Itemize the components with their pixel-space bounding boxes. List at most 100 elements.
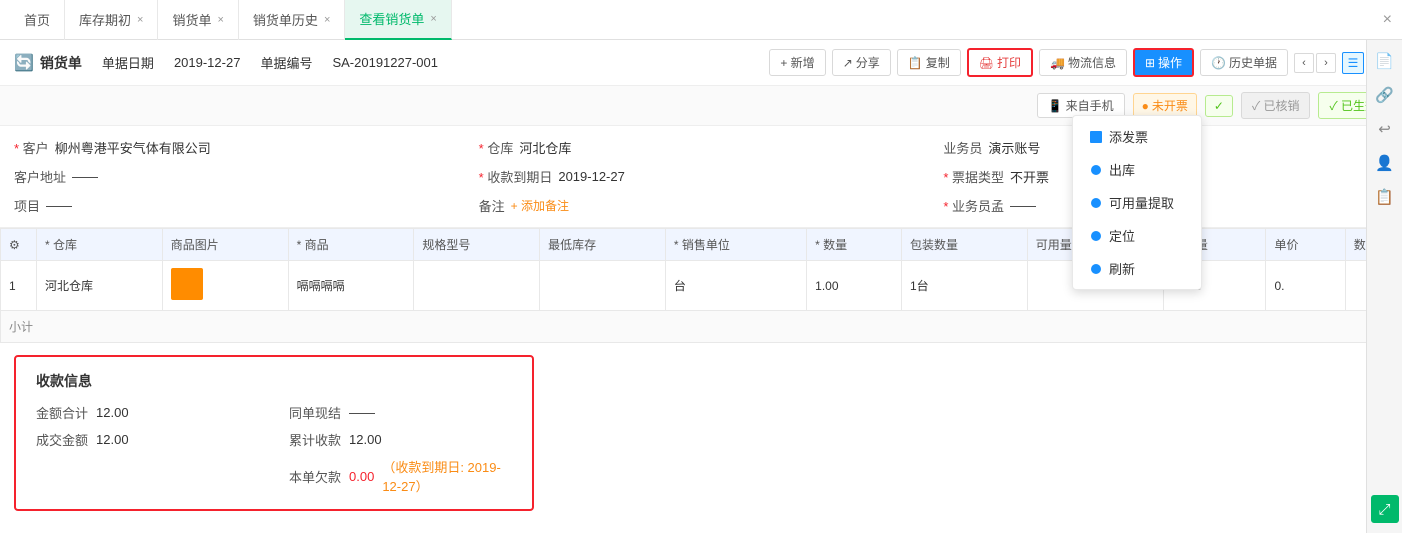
- payment-info-box: 收款信息 金额合计 12.00 成交金额 12.00 同单现结 —— 累计收款: [14, 355, 534, 511]
- doc-title: 销货单: [40, 53, 82, 73]
- refresh-item[interactable]: 刷新: [1073, 252, 1201, 285]
- copy-icon: 📋: [908, 56, 923, 70]
- nav-arrows: ‹ ›: [1294, 53, 1336, 73]
- available-qty-item[interactable]: 可用量提取: [1073, 186, 1201, 219]
- transaction-value: 12.00: [96, 432, 129, 447]
- employee-value: 演示账号: [988, 138, 1040, 157]
- same-order-value: ——: [349, 405, 375, 420]
- next-arrow[interactable]: ›: [1316, 53, 1336, 73]
- sidebar-list-icon[interactable]: 📋: [1374, 186, 1396, 208]
- warehouse-label: 仓库: [479, 138, 514, 157]
- tab-inventory-close[interactable]: ×: [137, 14, 143, 26]
- share-icon: ↗: [843, 56, 853, 70]
- add-invoice-item[interactable]: 添发票: [1073, 120, 1201, 153]
- doc-meta: 单据日期 2019-12-27 单据编号 SA-20191227-001: [102, 53, 769, 72]
- tab-bar: 首页 库存期初 × 销货单 × 销货单历史 × 查看销货单 × ×: [0, 0, 1402, 40]
- project-value: ——: [46, 198, 72, 213]
- due-date-label: 收款到期日: [479, 167, 553, 186]
- list-view-btn[interactable]: ☰: [1342, 52, 1364, 74]
- row-warehouse: 河北仓库: [37, 261, 163, 311]
- locate-item[interactable]: 定位: [1073, 219, 1201, 252]
- doc-icon: 🔄: [14, 53, 34, 73]
- tab-sale-order[interactable]: 销货单 ×: [158, 0, 238, 40]
- sidebar-link-icon[interactable]: 🔗: [1374, 84, 1396, 106]
- total-value: 12.00: [96, 405, 129, 420]
- history-icon: 🕐: [1211, 56, 1226, 70]
- window-close-button[interactable]: ×: [1383, 11, 1392, 29]
- same-order-label: 同单现结: [289, 403, 341, 422]
- row-spec: [414, 261, 540, 311]
- address-row: 客户地址 ——: [14, 167, 459, 186]
- prev-arrow[interactable]: ‹: [1294, 53, 1314, 73]
- subtotal-row: 小计: [1, 311, 1402, 343]
- operations-button[interactable]: ⊞ 操作: [1133, 48, 1194, 77]
- cancelled-button[interactable]: ✓ 已核销: [1241, 92, 1311, 119]
- payment-grid: 金额合计 12.00 成交金额 12.00 同单现结 —— 累计收款 12.00: [36, 403, 512, 495]
- sidebar-doc-icon[interactable]: 📄: [1374, 50, 1396, 72]
- tab-sale-history-close[interactable]: ×: [324, 14, 330, 26]
- warehouse-row: 仓库 河北仓库: [479, 138, 924, 157]
- share-button[interactable]: ↗ 分享: [832, 49, 891, 76]
- col-image: 商品图片: [162, 229, 288, 261]
- product-image: [171, 268, 203, 300]
- tab-sale-order-close[interactable]: ×: [217, 14, 223, 26]
- row-product: 嗝嗝嗝嗝: [288, 261, 414, 311]
- note-row: 备注 + 添加备注: [479, 196, 924, 215]
- row-package-qty: 1台: [902, 261, 1028, 311]
- logistics-button[interactable]: 🚚 物流信息: [1039, 49, 1127, 76]
- total-label: 金额合计: [36, 403, 88, 422]
- col-package-qty: 包装数量: [902, 229, 1028, 261]
- sidebar-user-icon[interactable]: 👤: [1374, 152, 1396, 174]
- col-product: * 商品: [288, 229, 414, 261]
- ticket-label: 票据类型: [943, 167, 1004, 186]
- col-sales-unit: * 销售单位: [665, 229, 806, 261]
- tab-sale-history[interactable]: 销货单历史 ×: [239, 0, 345, 40]
- project-label: 项目: [14, 196, 40, 215]
- balance-row: 本单欠款 0.00 （收款到期日: 2019-12-27）: [289, 457, 512, 495]
- customer-value: 柳州粤港平安气体有限公司: [55, 138, 211, 157]
- new-button[interactable]: + 新增: [769, 49, 825, 76]
- note-label: 备注: [479, 196, 505, 215]
- employee-label: 业务员: [943, 138, 982, 157]
- ticket-value: 不开票: [1010, 167, 1049, 186]
- history-button[interactable]: 🕐 历史单据: [1200, 49, 1288, 76]
- refresh-icon: [1089, 262, 1103, 276]
- tab-home[interactable]: 首页: [10, 0, 65, 40]
- row-sales-unit: 台: [665, 261, 806, 311]
- print-button[interactable]: 🖨 打印: [967, 48, 1033, 77]
- warehouse-value: 河北仓库: [519, 138, 571, 157]
- row-min-stock: [540, 261, 666, 311]
- cumulative-label: 累计收款: [289, 430, 341, 449]
- subtotal-label: 小计: [1, 311, 1402, 343]
- total-row: 金额合计 12.00: [36, 403, 259, 422]
- out-warehouse-icon: [1089, 163, 1103, 177]
- sidebar-return-icon[interactable]: ↩: [1374, 118, 1396, 140]
- number-value: SA-20191227-001: [332, 55, 438, 70]
- locate-icon: [1089, 229, 1103, 243]
- out-warehouse-item[interactable]: 出库: [1073, 153, 1201, 186]
- add-note-button[interactable]: + 添加备注: [511, 197, 569, 214]
- grid-icon: ⊞: [1145, 56, 1155, 70]
- salesperson-label: 业务员孟: [943, 196, 1004, 215]
- add-invoice-icon: [1089, 130, 1103, 144]
- tab-inventory[interactable]: 库存期初 ×: [65, 0, 158, 40]
- right-sidebar: 📄 🔗 ↩ 👤 📋 ⤢: [1366, 40, 1402, 533]
- tab-view-sale-close[interactable]: ×: [430, 13, 436, 25]
- row-image: [162, 261, 288, 311]
- tab-view-sale[interactable]: 查看销货单 ×: [345, 0, 451, 40]
- customer-row: 客户 柳州粤港平安气体有限公司: [14, 138, 459, 157]
- row-quantity: 1.00: [807, 261, 902, 311]
- balance-label: 本单欠款: [289, 467, 341, 486]
- confirm-badge: ✓: [1205, 95, 1233, 117]
- dropdown-overlay: 添发票 出库 可用量提取 定位 刷新: [1072, 115, 1202, 290]
- col-spec: 规格型号: [414, 229, 540, 261]
- truck-icon: 🚚: [1050, 56, 1065, 70]
- doc-header: 🔄 销货单 单据日期 2019-12-27 单据编号 SA-20191227-0…: [0, 40, 1402, 86]
- expand-icon[interactable]: ⤢: [1371, 495, 1399, 523]
- col-quantity: * 数量: [807, 229, 902, 261]
- phone-icon: 📱: [1048, 99, 1063, 113]
- date-value: 2019-12-27: [174, 55, 241, 70]
- payment-left: 金额合计 12.00 成交金额 12.00: [36, 403, 259, 495]
- payment-title: 收款信息: [36, 371, 512, 391]
- copy-button[interactable]: 📋 复制: [897, 49, 961, 76]
